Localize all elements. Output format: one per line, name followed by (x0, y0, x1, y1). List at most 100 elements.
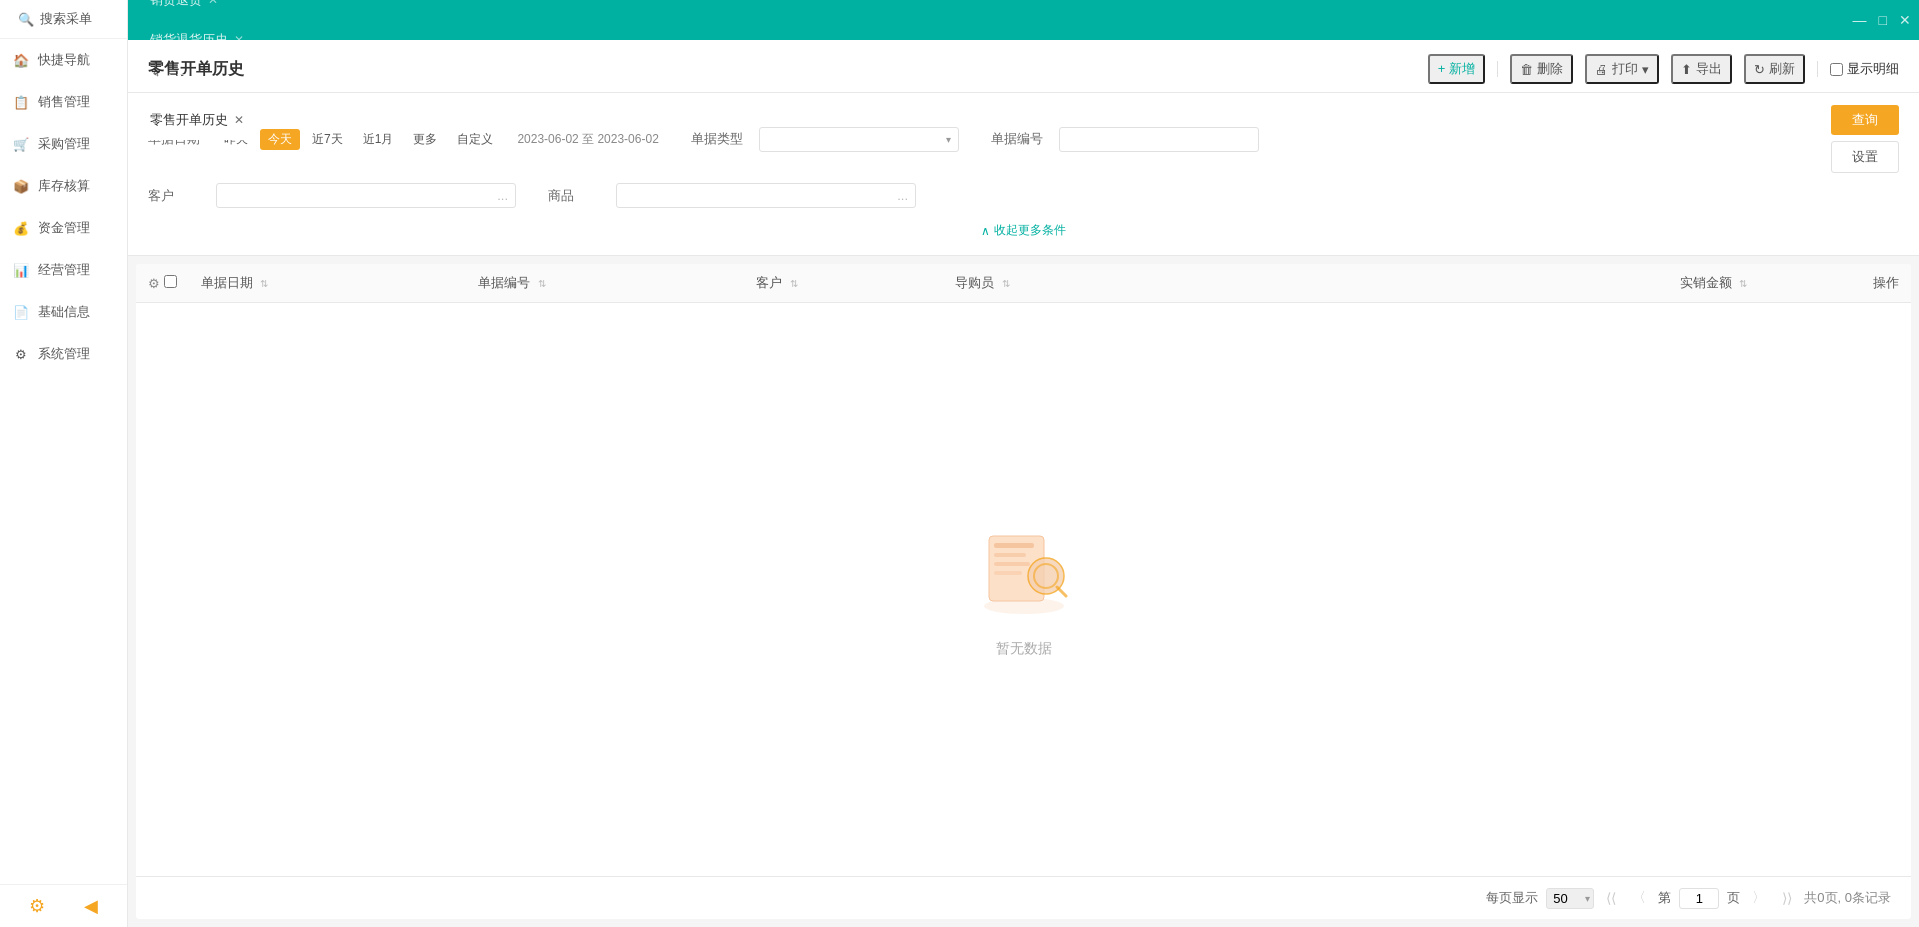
sidebar-item-inventory[interactable]: 📦 库存核算 (0, 165, 127, 207)
col-amount[interactable]: 实销金额 ⇅ (1482, 264, 1760, 303)
add-button[interactable]: + 新增 (1428, 54, 1485, 84)
sidebar-item-purchase-mgmt[interactable]: 🛒 采购管理 (0, 123, 127, 165)
empty-illustration (964, 521, 1084, 624)
tab-sales-return[interactable]: 销货退货 ✕ (136, 0, 258, 20)
export-button[interactable]: ⬆ 导出 (1671, 54, 1732, 84)
sidebar-item-operations[interactable]: 📊 经营管理 (0, 249, 127, 291)
prev-page-btn[interactable]: 〈 (1628, 887, 1650, 909)
customer-search-icon[interactable]: ... (497, 188, 508, 203)
sort-salesperson-icon: ⇅ (1002, 278, 1010, 289)
sidebar-item-label: 系统管理 (38, 345, 90, 363)
close-btn[interactable]: ✕ (1899, 12, 1911, 28)
tab-close-icon[interactable]: ✕ (208, 73, 218, 87)
col-date[interactable]: 单据日期 ⇅ (189, 264, 467, 303)
filter-settings-button[interactable]: 设置 (1831, 141, 1899, 173)
tab-close-icon[interactable]: ✕ (234, 113, 244, 127)
inventory-icon: 📦 (12, 177, 30, 195)
tab-sales-return-history[interactable]: 销货退货历史 ✕ (136, 20, 258, 60)
per-page-select[interactable]: 50 10 20 100 (1546, 888, 1594, 909)
window-controls: — □ ✕ (1853, 12, 1911, 28)
display-cols-toggle[interactable]: 显示明细 (1830, 60, 1899, 78)
print-dropdown-icon: ▾ (1642, 62, 1649, 77)
content-area: 零售开单历史 + 新增 🗑 删除 🖨 打印 ▾ ⬆ 导出 ↻ (128, 40, 1919, 927)
search-menu-item[interactable]: 🔍 搜索采单 (0, 0, 127, 39)
date-btn-last1month[interactable]: 近1月 (355, 129, 402, 150)
page-header: 零售开单历史 + 新增 🗑 删除 🖨 打印 ▾ ⬆ 导出 ↻ (128, 40, 1919, 93)
next-page-btn[interactable]: 〉 (1748, 887, 1770, 909)
tab-close-icon[interactable]: ✕ (234, 33, 244, 47)
delete-icon: 🗑 (1520, 62, 1533, 77)
date-btn-more[interactable]: 更多 (405, 129, 445, 150)
first-page-btn[interactable]: ⟨⟨ (1602, 888, 1620, 908)
sidebar-bottom: ⚙ ◀ (0, 884, 127, 927)
tab-bar: 首页销售订单✕销货退货✕销货退货历史✕零售开单✕零售开单历史✕ — □ ✕ (128, 0, 1919, 40)
empty-state: 暂无数据 (136, 303, 1911, 876)
main-area: 首页销售订单✕销货退货✕销货退货历史✕零售开单✕零售开单历史✕ — □ ✕ 零售… (128, 0, 1919, 927)
customer-label: 客户 (148, 187, 208, 205)
sidebar-item-label: 采购管理 (38, 135, 90, 153)
tab-retail-open-history[interactable]: 零售开单历史 ✕ (136, 100, 258, 140)
tab-retail-open[interactable]: 零售开单✕ (136, 60, 258, 100)
query-button[interactable]: 查询 (1831, 105, 1899, 135)
last-page-btn[interactable]: ⟩⟩ (1778, 888, 1796, 908)
filter-row-1: 单据日期 昨天今天近7天近1月更多自定义 2023-06-02 至 2023-0… (148, 105, 1899, 173)
col-no[interactable]: 单据编号 ⇅ (466, 264, 744, 303)
page-label: 页 (1727, 889, 1740, 907)
filter-collapse-btn[interactable]: ∧ 收起更多条件 (148, 218, 1899, 243)
date-btn-custom[interactable]: 自定义 (449, 129, 501, 150)
select-all-checkbox[interactable] (164, 275, 177, 288)
operations-icon: 📊 (12, 261, 30, 279)
tab-label: 销货退货 (150, 0, 202, 9)
sidebar-item-sales-mgmt[interactable]: 📋 销售管理 (0, 81, 127, 123)
product-input[interactable] (616, 183, 916, 208)
refresh-icon: ↻ (1754, 62, 1765, 77)
date-btn-last7days[interactable]: 近7天 (304, 129, 351, 150)
sidebar-item-finance[interactable]: 💰 资金管理 (0, 207, 127, 249)
settings-icon[interactable]: ⚙ (29, 895, 45, 917)
tab-label: 销货退货历史 (150, 31, 228, 49)
sidebar-item-quick-nav[interactable]: 🏠 快捷导航 (0, 39, 127, 81)
toolbar: + 新增 🗑 删除 🖨 打印 ▾ ⬆ 导出 ↻ 刷新 (1428, 54, 1899, 84)
delete-button[interactable]: 🗑 删除 (1510, 54, 1573, 84)
customer-input[interactable] (216, 183, 516, 208)
collapse-sidebar-icon[interactable]: ◀ (84, 895, 98, 917)
col-customer[interactable]: 客户 ⇅ (744, 264, 943, 303)
sidebar-item-label: 快捷导航 (38, 51, 90, 69)
svg-rect-4 (994, 562, 1030, 566)
display-cols-checkbox[interactable] (1830, 63, 1843, 76)
svg-rect-5 (994, 571, 1022, 575)
empty-text: 暂无数据 (996, 640, 1052, 658)
svg-line-8 (1057, 587, 1066, 596)
date-filter-buttons: 昨天今天近7天近1月更多自定义 (216, 129, 501, 150)
purchase-icon: 🛒 (12, 135, 30, 153)
minimize-btn[interactable]: — (1853, 12, 1867, 28)
tab-close-icon[interactable]: ✕ (208, 0, 218, 7)
select-all-header: ⚙ (136, 264, 189, 303)
system-icon: ⚙ (12, 345, 30, 363)
doc-no-input[interactable] (1059, 127, 1259, 152)
finance-icon: 💰 (12, 219, 30, 237)
tab-label: 零售开单历史 (150, 111, 228, 129)
sort-no-icon: ⇅ (538, 278, 546, 289)
print-button[interactable]: 🖨 打印 ▾ (1585, 54, 1659, 84)
table-header: ⚙ 单据日期 ⇅ 单据编号 ⇅ (136, 264, 1911, 303)
product-search-icon[interactable]: ... (897, 188, 908, 203)
tab-container: 首页销售订单✕销货退货✕销货退货历史✕零售开单✕零售开单历史✕ (136, 0, 258, 140)
col-action: 操作 (1759, 264, 1911, 303)
sidebar: 🔍 搜索采单 🏠 快捷导航 📋 销售管理 🛒 采购管理 📦 库存核算 💰 资金管… (0, 0, 128, 927)
page-number-input[interactable]: 1 (1679, 888, 1719, 909)
sidebar-item-base-info[interactable]: 📄 基础信息 (0, 291, 127, 333)
date-btn-today[interactable]: 今天 (260, 129, 300, 150)
base-icon: 📄 (12, 303, 30, 321)
data-table: ⚙ 单据日期 ⇅ 单据编号 ⇅ (136, 264, 1911, 303)
maximize-btn[interactable]: □ (1879, 12, 1887, 28)
date-range-display: 2023-06-02 至 2023-06-02 (517, 131, 658, 148)
sales-icon: 📋 (12, 93, 30, 111)
per-page-select-wrapper: 50 10 20 100 ▾ (1546, 888, 1594, 909)
col-salesperson[interactable]: 导购员 ⇅ (943, 264, 1181, 303)
doc-type-label: 单据类型 (691, 130, 751, 148)
gear-settings-icon[interactable]: ⚙ (148, 276, 160, 291)
sidebar-item-sys-mgmt[interactable]: ⚙ 系统管理 (0, 333, 127, 375)
refresh-button[interactable]: ↻ 刷新 (1744, 54, 1805, 84)
doc-type-select[interactable] (759, 127, 959, 152)
